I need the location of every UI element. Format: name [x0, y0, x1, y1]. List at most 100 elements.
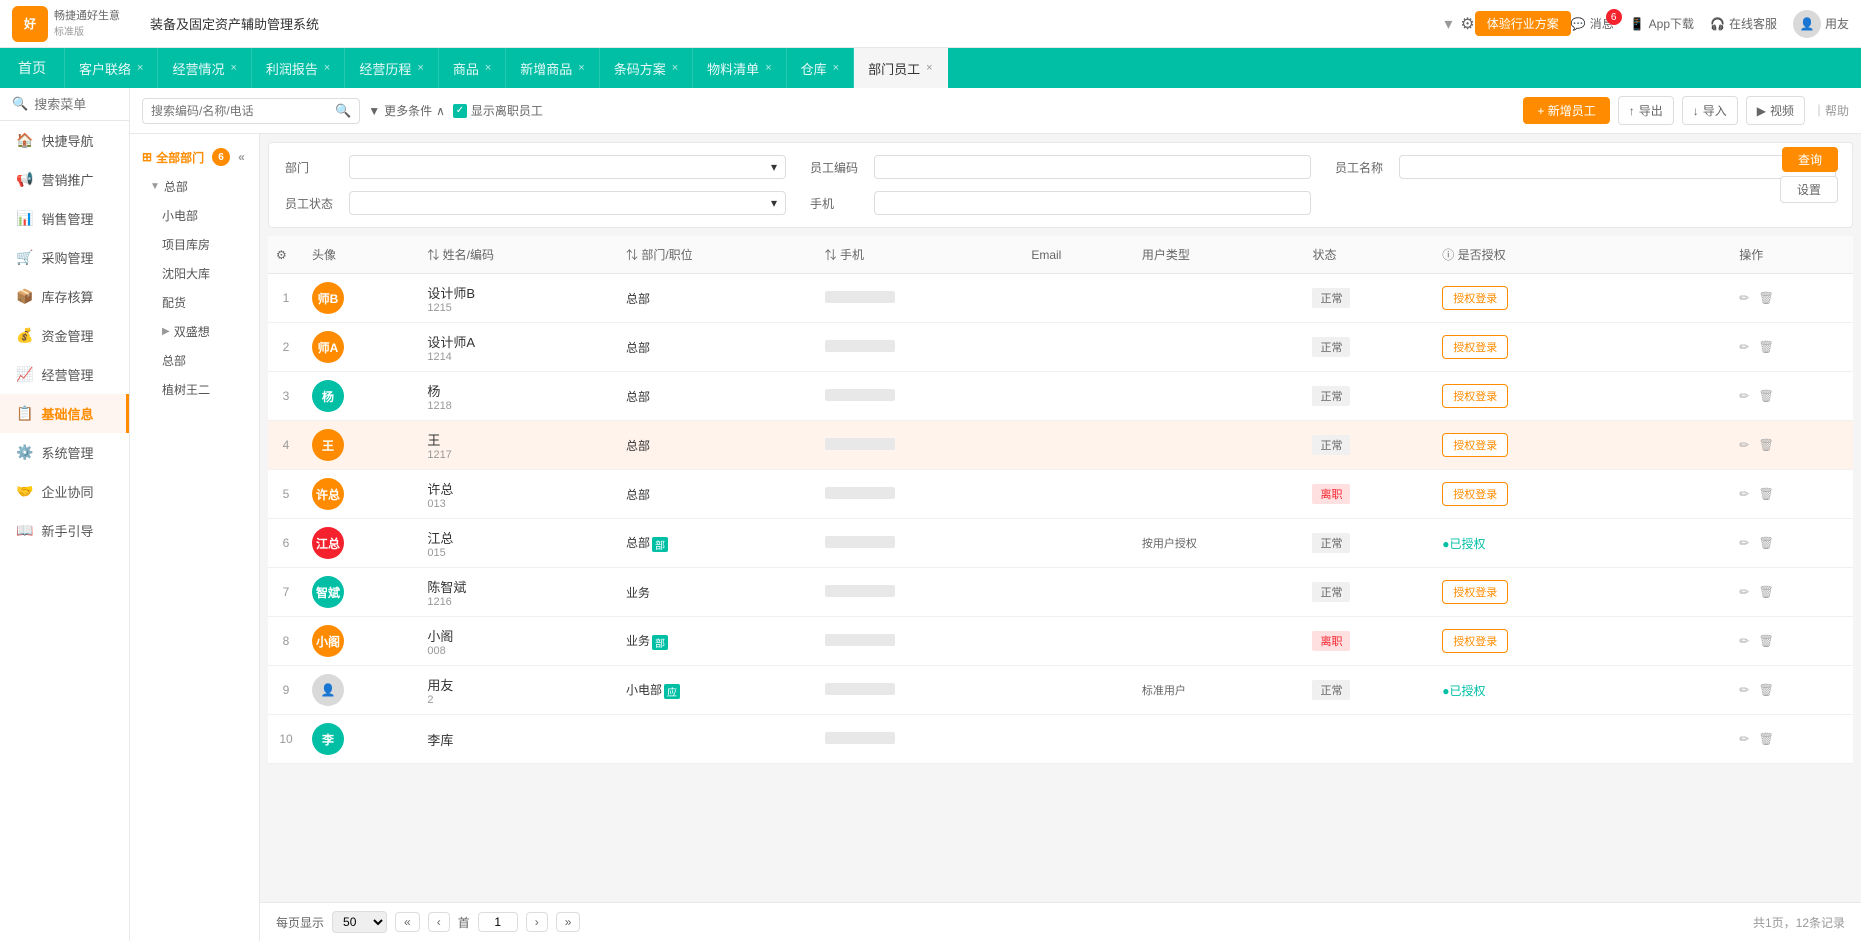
close-icon[interactable]: ×	[833, 62, 839, 74]
delete-button[interactable]: 🗑	[1759, 291, 1774, 305]
dept-tree-item-shenyang[interactable]: 沈阳大库	[130, 259, 259, 288]
delete-button[interactable]: 🗑	[1759, 487, 1774, 501]
show-resigned-checkbox[interactable]: ✓	[453, 104, 467, 118]
dept-tree-item-zongbu[interactable]: 总部	[130, 346, 259, 375]
sidebar-item-operations[interactable]: 📈 经营管理	[0, 355, 129, 394]
close-icon[interactable]: ×	[926, 62, 932, 74]
sidebar-item-guide[interactable]: 📖 新手引导	[0, 511, 129, 550]
prev-page-btn[interactable]: ‹	[428, 912, 450, 932]
close-icon[interactable]: ×	[672, 62, 678, 74]
close-icon[interactable]: ×	[417, 62, 423, 74]
sidebar-item-collab[interactable]: 🤝 企业协同	[0, 472, 129, 511]
dept-tree-item-zhishu[interactable]: 植树王二	[130, 375, 259, 404]
dept-tree-item-project[interactable]: 项目库房	[130, 230, 259, 259]
auth-login-button[interactable]: 授权登录	[1442, 384, 1508, 408]
export-button[interactable]: ↑ 导出	[1618, 96, 1674, 125]
page-number-input[interactable]	[478, 912, 518, 932]
employee-name-input[interactable]	[1399, 155, 1836, 179]
tab-department[interactable]: 部门员工 ×	[854, 48, 947, 88]
edit-button[interactable]: ✏	[1739, 536, 1749, 550]
user-btn[interactable]: 👤 用友	[1793, 10, 1849, 38]
edit-button[interactable]: ✏	[1739, 732, 1749, 746]
edit-button[interactable]: ✏	[1739, 634, 1749, 648]
edit-button[interactable]: ✏	[1739, 291, 1749, 305]
employee-code-input[interactable]	[874, 155, 1311, 179]
sidebar-item-quicknav[interactable]: 🏠 快捷导航	[0, 121, 129, 160]
set-button[interactable]: 设置	[1780, 176, 1838, 203]
edit-button[interactable]: ✏	[1739, 487, 1749, 501]
delete-button[interactable]: 🗑	[1759, 389, 1774, 403]
auth-login-button[interactable]: 授权登录	[1442, 580, 1508, 604]
online-service-btn[interactable]: 🎧 在线客服	[1710, 15, 1777, 32]
close-icon[interactable]: ×	[137, 62, 143, 74]
sidebar-item-purchase[interactable]: 🛒 采购管理	[0, 238, 129, 277]
last-page-btn[interactable]: »	[556, 912, 581, 932]
tab-history[interactable]: 经营历程 ×	[345, 48, 438, 88]
auth-login-button[interactable]: 授权登录	[1442, 335, 1508, 359]
close-icon[interactable]: ×	[765, 62, 771, 74]
tab-operations[interactable]: 经营情况 ×	[158, 48, 251, 88]
col-dept-pos[interactable]: ⇅ 部门/职位	[618, 236, 817, 274]
edit-button[interactable]: ✏	[1739, 340, 1749, 354]
employee-status-select[interactable]: ▾	[349, 191, 786, 215]
auth-login-button[interactable]: 授权登录	[1442, 433, 1508, 457]
title-dropdown-icon[interactable]: ▾	[1444, 14, 1452, 34]
first-page-btn[interactable]: «	[395, 912, 420, 932]
col-settings[interactable]: ⚙	[268, 236, 304, 274]
tab-new-goods[interactable]: 新增商品 ×	[506, 48, 599, 88]
app-download-btn[interactable]: 📱 App下载	[1630, 15, 1694, 32]
sidebar-item-system[interactable]: ⚙️ 系统管理	[0, 433, 129, 472]
tab-customer[interactable]: 客户联络 ×	[65, 48, 158, 88]
add-employee-button[interactable]: + 新增员工	[1523, 97, 1609, 124]
delete-button[interactable]: 🗑	[1759, 732, 1774, 746]
collapse-dept-btn[interactable]: «	[238, 150, 245, 164]
settings-icon[interactable]: ⚙	[1460, 14, 1474, 34]
delete-button[interactable]: 🗑	[1759, 340, 1774, 354]
edit-button[interactable]: ✏	[1739, 683, 1749, 697]
edit-button[interactable]: ✏	[1739, 389, 1749, 403]
auth-login-button[interactable]: 授权登录	[1442, 482, 1508, 506]
search-input[interactable]	[151, 104, 331, 118]
close-icon[interactable]: ×	[485, 62, 491, 74]
delete-button[interactable]: 🗑	[1759, 585, 1774, 599]
sidebar-item-inventory[interactable]: 📦 库存核算	[0, 277, 129, 316]
delete-button[interactable]: 🗑	[1759, 683, 1774, 697]
sidebar-item-finance[interactable]: 💰 资金管理	[0, 316, 129, 355]
delete-button[interactable]: 🗑	[1759, 438, 1774, 452]
tab-warehouse[interactable]: 仓库 ×	[787, 48, 854, 88]
dept-filter-select[interactable]: ▾	[349, 155, 786, 179]
view-button[interactable]: ▶ 视频	[1746, 96, 1805, 125]
delete-button[interactable]: 🗑	[1759, 536, 1774, 550]
auth-login-button[interactable]: 授权登录	[1442, 286, 1508, 310]
search-submit-icon[interactable]: 🔍	[335, 103, 351, 119]
next-page-btn[interactable]: ›	[526, 912, 548, 932]
tab-goods[interactable]: 商品 ×	[439, 48, 506, 88]
tab-barcode[interactable]: 条码方案 ×	[600, 48, 693, 88]
sidebar-search-input[interactable]	[34, 97, 130, 112]
message-btn[interactable]: 💬 消息 6	[1571, 15, 1614, 32]
tab-bom[interactable]: 物料清单 ×	[693, 48, 786, 88]
dept-tree-item-peihuo[interactable]: 配货	[130, 288, 259, 317]
close-icon[interactable]: ×	[230, 62, 236, 74]
more-filter-btn[interactable]: ▼ 更多条件 ∧	[368, 102, 445, 119]
edit-button[interactable]: ✏	[1739, 438, 1749, 452]
dept-tree-item-xiaodian[interactable]: 小电部	[130, 201, 259, 230]
close-icon[interactable]: ×	[578, 62, 584, 74]
dept-tree-item-shuangsheng[interactable]: ▶ 双盛想	[130, 317, 259, 346]
tab-profit[interactable]: 利润报告 ×	[252, 48, 345, 88]
query-button[interactable]: 查询	[1782, 147, 1838, 172]
delete-button[interactable]: 🗑	[1759, 634, 1774, 648]
close-icon[interactable]: ×	[324, 62, 330, 74]
sidebar-item-sales[interactable]: 📊 销售管理	[0, 199, 129, 238]
col-phone[interactable]: ⇅ 手机	[817, 236, 1024, 274]
help-btn[interactable]: ｜帮助	[1813, 102, 1849, 119]
tab-home[interactable]: 首页	[0, 48, 65, 88]
import-button[interactable]: ↓ 导入	[1682, 96, 1738, 125]
sidebar-item-marketing[interactable]: 📢 营销推广	[0, 160, 129, 199]
dept-tree-item-headquarters[interactable]: ▼ 总部	[130, 172, 259, 201]
col-name-code[interactable]: ⇅ 姓名/编码	[419, 236, 618, 274]
phone-input[interactable]	[874, 191, 1311, 215]
sidebar-item-basic[interactable]: 📋 基础信息	[0, 394, 129, 433]
auth-login-button[interactable]: 授权登录	[1442, 629, 1508, 653]
page-size-select[interactable]: 50 20 100	[332, 911, 387, 933]
